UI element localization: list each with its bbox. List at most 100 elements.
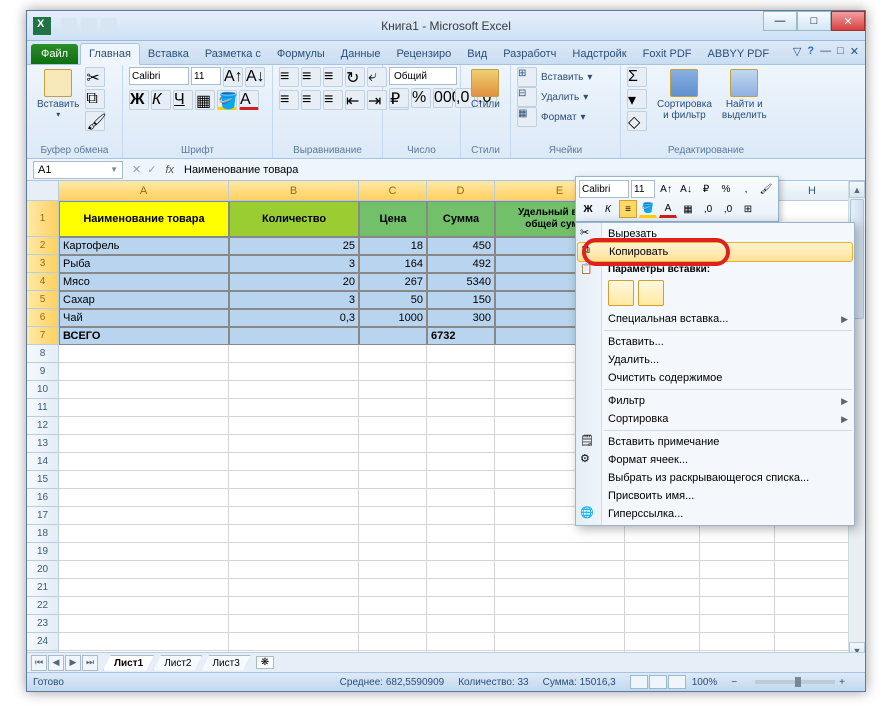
mini-font-size[interactable] [631,180,655,198]
row-header-21[interactable]: 21 [27,579,59,597]
cell[interactable] [229,579,359,597]
cell[interactable] [229,561,359,579]
cell[interactable] [59,345,229,363]
cell[interactable]: ВСЕГО [59,327,229,345]
cell[interactable] [427,381,495,399]
cell[interactable]: 6732 [427,327,495,345]
mini-grow-font-icon[interactable]: A↑ [657,180,675,198]
cell[interactable] [625,525,700,543]
cell[interactable]: Картофель [59,237,229,255]
mini-inc-decimal-icon[interactable]: ,0 [699,200,717,218]
ctx-comment[interactable]: 🗒 Вставить примечание [576,433,854,451]
cell[interactable] [359,381,427,399]
select-all-corner[interactable] [27,181,59,201]
mini-shrink-font-icon[interactable]: A↓ [677,180,695,198]
cell[interactable] [775,543,850,561]
paste-values-icon[interactable] [638,280,664,306]
cell[interactable] [427,435,495,453]
cell[interactable]: Сахар [59,291,229,309]
cell[interactable] [700,633,775,651]
grow-font-icon[interactable]: A↑ [223,67,243,87]
qat-undo-icon[interactable] [81,18,97,34]
ctx-format-cells[interactable]: ⚙ Формат ячеек... [576,451,854,469]
cell[interactable] [229,597,359,615]
cell-enter-icon[interactable]: ✓ [147,163,156,176]
shrink-font-icon[interactable]: A↓ [245,67,265,87]
zoom-slider[interactable] [755,680,835,684]
doc-min-icon[interactable]: — [820,45,831,58]
cell[interactable] [59,561,229,579]
name-box[interactable]: A1 ▼ [33,161,123,179]
cell[interactable]: 25 [229,237,359,255]
comma-icon[interactable]: 000 [433,88,453,108]
cell[interactable] [775,525,850,543]
cell[interactable] [625,597,700,615]
cell[interactable] [359,579,427,597]
doc-max-icon[interactable]: □ [837,45,844,58]
cell[interactable] [700,579,775,597]
paste-default-icon[interactable] [608,280,634,306]
ctx-filter[interactable]: Фильтр▶ [576,392,854,410]
cell[interactable] [625,543,700,561]
find-select-button[interactable]: Найти и выделить [718,67,771,123]
row-header-12[interactable]: 12 [27,417,59,435]
cells-insert-button[interactable]: ⊞Вставить ▾ [517,67,592,87]
fx-icon[interactable]: fx [165,164,174,176]
cell[interactable] [625,615,700,633]
view-layout-icon[interactable] [649,675,667,689]
fill-color-button[interactable]: 🪣 [217,90,237,110]
cell[interactable] [495,615,625,633]
cell[interactable] [495,543,625,561]
cell[interactable] [427,579,495,597]
cell[interactable] [59,471,229,489]
tab-insert[interactable]: Вставка [140,44,197,64]
doc-close-icon[interactable]: ✕ [850,45,859,58]
mini-italic-icon[interactable]: К [599,200,617,218]
sheet-next-icon[interactable]: ▶ [65,655,81,671]
cell[interactable] [495,633,625,651]
cell[interactable] [229,489,359,507]
cell[interactable] [59,507,229,525]
cell[interactable] [427,399,495,417]
cells-delete-button[interactable]: ⊟Удалить ▾ [517,87,588,107]
row-header-1[interactable]: 1 [27,201,59,237]
cell-cancel-icon[interactable]: ✕ [132,163,141,176]
cell[interactable] [229,381,359,399]
border-button[interactable]: ▦ [195,90,215,110]
close-button[interactable]: ✕ [831,11,865,31]
row-header-14[interactable]: 14 [27,453,59,471]
cell[interactable]: 1000 [359,309,427,327]
ctx-define-name[interactable]: Присвоить имя... [576,487,854,505]
cell[interactable]: 164 [359,255,427,273]
tab-abbyy[interactable]: ABBYY PDF [700,44,778,64]
cell[interactable] [427,417,495,435]
row-header-13[interactable]: 13 [27,435,59,453]
cell[interactable] [359,327,427,345]
cell[interactable] [427,453,495,471]
currency-icon[interactable]: ₽ [389,88,409,108]
cell[interactable] [495,597,625,615]
copy-icon[interactable]: ⧉ [85,89,105,109]
row-header-3[interactable]: 3 [27,255,59,273]
align-bot-icon[interactable]: ≡ [323,67,343,87]
tab-data[interactable]: Данные [333,44,389,64]
row-header-8[interactable]: 8 [27,345,59,363]
row-header-19[interactable]: 19 [27,543,59,561]
scroll-up-arrow-icon[interactable]: ▲ [849,181,865,198]
mini-font-name[interactable] [579,180,629,198]
col-header-D[interactable]: D [427,181,495,201]
align-mid-icon[interactable]: ≡ [301,67,321,87]
qat-save-icon[interactable] [61,18,77,34]
cells-format-button[interactable]: ▦Формат ▾ [517,107,586,127]
italic-button[interactable]: К [151,90,171,110]
cell[interactable] [229,453,359,471]
row-header-6[interactable]: 6 [27,309,59,327]
tab-home[interactable]: Главная [80,43,140,65]
maximize-button[interactable]: □ [797,11,831,31]
font-color-button[interactable]: A [239,90,259,110]
ctx-hyperlink[interactable]: 🌐 Гиперссылка... [576,505,854,523]
align-right-icon[interactable]: ≡ [323,90,343,110]
mini-font-color-icon[interactable]: A [659,200,677,218]
col-header-A[interactable]: A [59,181,229,201]
cell[interactable] [359,399,427,417]
